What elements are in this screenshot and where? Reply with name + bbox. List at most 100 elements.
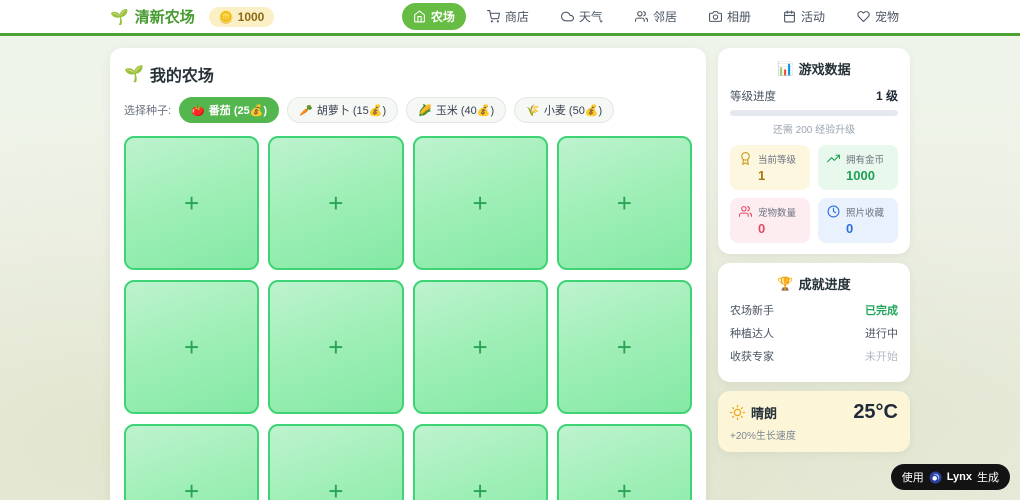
nav-item-farm[interactable]: 农场	[401, 3, 466, 30]
game-stats-title-text: 游戏数据	[798, 62, 851, 77]
nav-label: 宠物	[874, 10, 899, 24]
farm-plot[interactable]: +	[412, 136, 548, 270]
farm-panel: 🌱 我的农场 选择种子: 🍅 番茄 (25💰) 🥕 胡萝卜 (15💰) 🌽 玉米…	[110, 48, 706, 500]
farm-title: 🌱 我的农场	[124, 62, 692, 86]
farm-plot[interactable]: +	[268, 280, 404, 414]
nav-item-album[interactable]: 相册	[698, 3, 762, 30]
achievement-row: 农场新手 已完成	[730, 302, 898, 318]
seed-selector: 选择种子: 🍅 番茄 (25💰) 🥕 胡萝卜 (15💰) 🌽 玉米 (40💰) …	[124, 97, 692, 123]
farm-plot[interactable]: +	[412, 280, 548, 414]
main-nav: 农场 商店 天气 邻居 相册 活动 宠物	[401, 3, 910, 30]
badge-suffix: 生成	[977, 472, 999, 484]
wheat-icon: 🌾	[526, 104, 540, 117]
seed-option-tomato[interactable]: 🍅 番茄 (25💰)	[179, 97, 280, 123]
game-stats-panel: 📊 游戏数据 等级进度 1 级 还需 200 经验升级 当前等级 1 拥有金币	[718, 48, 910, 254]
nav-item-neighbors[interactable]: 邻居	[624, 3, 688, 30]
app-title: 清新农场	[134, 9, 195, 26]
plus-icon: +	[328, 475, 344, 500]
seed-option-label: 番茄 (25💰)	[208, 105, 268, 117]
plus-icon: +	[328, 331, 344, 362]
weather-condition: 晴朗	[751, 406, 778, 421]
plus-icon: +	[472, 475, 488, 500]
plus-icon: +	[616, 331, 632, 362]
lynx-generated-badge[interactable]: 使用 Lynx 生成	[890, 464, 1010, 490]
nav-label: 相册	[726, 10, 751, 24]
weather-effect: +20%生长速度	[730, 431, 796, 442]
nav-item-shop[interactable]: 商店	[476, 3, 540, 30]
achievement-name: 收获专家	[730, 351, 774, 363]
plus-icon: +	[328, 187, 344, 218]
farm-title-text: 我的农场	[149, 68, 214, 85]
farm-plot[interactable]: +	[268, 424, 404, 500]
farm-plot[interactable]: +	[556, 280, 692, 414]
seed-option-carrot[interactable]: 🥕 胡萝卜 (15💰)	[287, 97, 399, 123]
tomato-icon: 🍅	[191, 104, 205, 117]
nav-label: 天气	[578, 10, 603, 24]
achievements-title: 🏆 成就进度	[730, 274, 898, 293]
nav-item-pets[interactable]: 宠物	[846, 3, 910, 30]
stat-value: 1	[758, 168, 766, 183]
badge-prefix: 使用	[901, 472, 924, 484]
stat-cards: 当前等级 1 拥有金币 1000 宠物数量 0 照片收藏 0	[730, 145, 898, 243]
achievement-status: 进行中	[865, 328, 898, 340]
farm-plot[interactable]: +	[124, 280, 260, 414]
farm-plot[interactable]: +	[124, 424, 260, 500]
nav-item-events[interactable]: 活动	[772, 3, 836, 30]
seed-selector-label: 选择种子:	[124, 105, 172, 117]
coin-balance-badge: 🪙 1000	[208, 6, 275, 27]
trending-up-icon	[827, 152, 840, 165]
level-progress-bar	[730, 110, 898, 116]
camera-icon	[708, 10, 722, 23]
top-navbar: 🌱 清新农场 🪙 1000 农场 商店 天气 邻居 相册 活动 宠物	[0, 0, 1020, 36]
coin-balance: 1000	[237, 9, 265, 24]
game-stats-title: 📊 游戏数据	[730, 59, 898, 78]
users-icon	[739, 205, 752, 218]
weather-widget: 晴朗 25°C +20%生长速度	[718, 391, 910, 452]
farm-plot[interactable]: +	[268, 136, 404, 270]
farm-plot[interactable]: +	[556, 424, 692, 500]
corn-icon: 🌽	[418, 104, 432, 117]
cloud-icon	[560, 10, 574, 23]
users-icon	[634, 10, 648, 23]
lynx-logo-icon	[929, 471, 942, 484]
stat-card-level: 当前等级 1	[730, 145, 810, 190]
stat-card-coins: 拥有金币 1000	[818, 145, 898, 190]
stat-label: 拥有金币	[846, 155, 885, 166]
nav-label: 活动	[800, 10, 825, 24]
achievement-row: 种植达人 进行中	[730, 325, 898, 341]
clock-icon	[827, 205, 840, 218]
nav-item-weather[interactable]: 天气	[550, 3, 614, 30]
nav-label: 商店	[504, 10, 529, 24]
plus-icon: +	[184, 331, 200, 362]
seedling-icon: 🌱	[124, 66, 144, 83]
seed-option-wheat[interactable]: 🌾 小麦 (50💰)	[514, 97, 615, 123]
weather-temperature: 25°C	[853, 401, 898, 423]
plus-icon: +	[184, 187, 200, 218]
achievements-title-text: 成就进度	[798, 277, 851, 292]
stat-card-photos: 照片收藏 0	[818, 198, 898, 243]
coin-icon: 🪙	[218, 9, 234, 24]
seed-option-label: 胡萝卜 (15💰)	[316, 105, 387, 117]
farm-plot[interactable]: +	[412, 424, 548, 500]
app-logo: 🌱 清新农场	[110, 6, 195, 27]
sun-icon	[730, 405, 745, 420]
seed-option-corn[interactable]: 🌽 玉米 (40💰)	[406, 97, 507, 123]
stat-value: 0	[758, 221, 766, 236]
level-progress-label: 等级进度	[730, 90, 776, 103]
farm-plot[interactable]: +	[556, 136, 692, 270]
achievement-row: 收获专家 未开始	[730, 348, 898, 364]
home-icon	[413, 10, 426, 23]
bar-chart-icon: 📊	[777, 60, 794, 76]
level-value: 1 级	[875, 89, 898, 103]
stat-value: 0	[846, 221, 854, 236]
farm-plot[interactable]: +	[124, 136, 260, 270]
seedling-icon: 🌱	[110, 8, 129, 26]
nav-label: 邻居	[652, 10, 677, 24]
stat-value: 1000	[846, 168, 875, 183]
seed-option-label: 小麦 (50💰)	[543, 105, 603, 117]
heart-icon	[857, 10, 870, 23]
calendar-icon	[783, 10, 796, 23]
level-progress-hint: 还需 200 经验升级	[772, 125, 856, 136]
medal-icon	[739, 152, 752, 165]
level-progress-row: 等级进度 1 级	[730, 87, 898, 104]
